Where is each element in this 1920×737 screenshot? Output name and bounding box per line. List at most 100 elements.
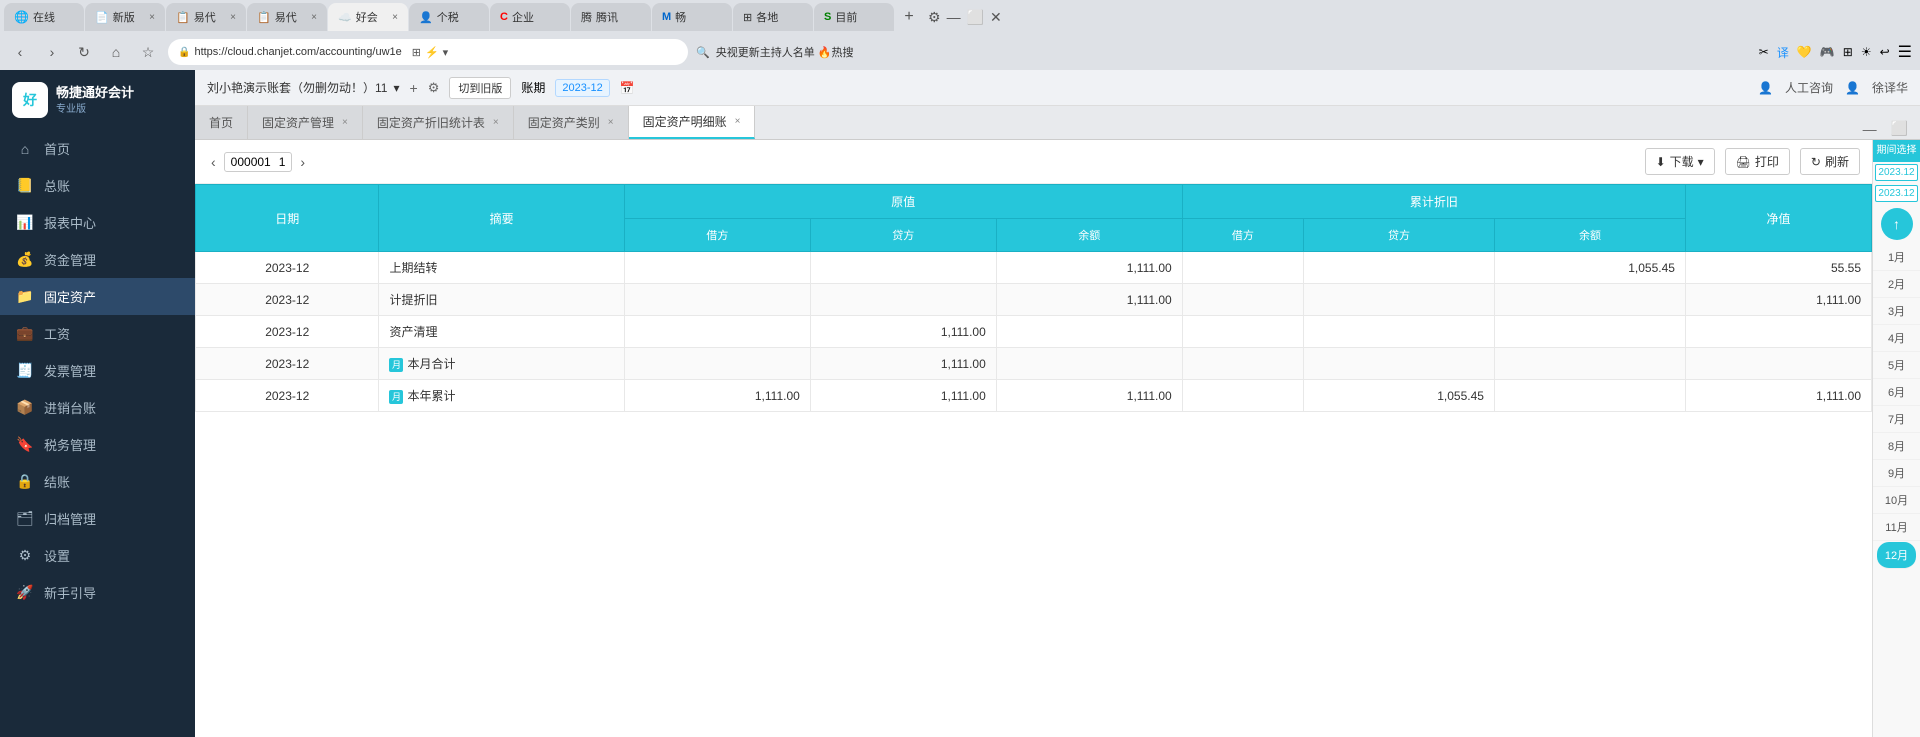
sidebar-item-ledger[interactable]: 📒 总账 — [0, 167, 195, 204]
sun-icon[interactable]: ☀ — [1861, 45, 1872, 59]
refresh-label: 刷新 — [1825, 153, 1849, 170]
refresh-table-button[interactable]: ↻ 刷新 — [1800, 148, 1860, 175]
col-dep-debit: 借方 — [1182, 219, 1303, 252]
app-tab-detail-ledger[interactable]: 固定资产明细账 × — [629, 106, 756, 139]
download-button[interactable]: ⬇ 下载 ▾ — [1645, 148, 1715, 175]
tab-minimize-icon[interactable]: — — [1859, 119, 1881, 139]
tab-favicon-7: C — [500, 11, 508, 23]
history-icon[interactable]: ↩ — [1880, 45, 1890, 59]
tab-maximize-icon[interactable]: ⬜ — [1887, 118, 1912, 139]
cell-orig-credit: 1,111.00 — [810, 348, 996, 380]
tab-label-4: 易代 — [275, 9, 297, 25]
settings-small-icon[interactable]: ⚙ — [428, 80, 440, 96]
refresh-button[interactable]: ↻ — [72, 40, 96, 64]
sidebar-item-stock[interactable]: 📦 进销台账 — [0, 389, 195, 426]
company-name: 刘小艳演示账套（勿删勿动！）11 — [207, 79, 387, 96]
sidebar-item-home[interactable]: ⌂ 首页 — [0, 130, 195, 167]
refresh-icon: ↻ — [1811, 155, 1821, 169]
app-tab-depreciation[interactable]: 固定资产折旧统计表 × — [363, 106, 514, 139]
tab-close-5[interactable]: × — [392, 12, 398, 23]
browser-maximize-icon[interactable]: ⬜ — [967, 9, 984, 26]
browser-tab-3[interactable]: 📋 易代 × — [166, 3, 246, 31]
cell-net-value: 1,111.00 — [1685, 380, 1871, 412]
app-tab-close-1[interactable]: × — [342, 117, 348, 128]
browser-minimize-icon[interactable]: — — [947, 9, 961, 25]
wallet-icon[interactable]: 💛 — [1797, 45, 1812, 59]
browser-tab-6[interactable]: 👤 个税 — [409, 3, 489, 31]
home-button[interactable]: ⌂ — [104, 40, 128, 64]
switch-version-button[interactable]: 切到旧版 — [449, 77, 511, 99]
cell-orig-balance: 1,111.00 — [996, 252, 1182, 284]
back-button[interactable]: ‹ — [8, 40, 32, 64]
help-button[interactable]: 人工咨询 — [1785, 79, 1833, 96]
cell-orig-balance — [996, 316, 1182, 348]
home-icon: ⌂ — [16, 140, 34, 158]
tab-close-3[interactable]: × — [230, 12, 236, 23]
dropdown-company-icon[interactable]: ▾ — [393, 81, 399, 95]
app-tab-label-home: 首页 — [209, 114, 233, 131]
period-month-item[interactable]: 7月 — [1873, 406, 1920, 433]
browser-tab-10[interactable]: ⊞ 各地 — [733, 3, 813, 31]
sidebar-item-archive[interactable]: 🗂 归档管理 — [0, 500, 195, 537]
period-selected-start: 2023.12 — [1875, 164, 1918, 181]
period-month-item[interactable]: 4月 — [1873, 325, 1920, 352]
period-month-item[interactable]: 8月 — [1873, 433, 1920, 460]
dropdown-icon[interactable]: ▾ — [443, 46, 449, 59]
sidebar-item-guide[interactable]: 🚀 新手引导 — [0, 574, 195, 611]
period-month-item[interactable]: 11月 — [1873, 514, 1920, 541]
add-company-button[interactable]: + — [410, 80, 418, 96]
print-button[interactable]: 🖨 打印 — [1725, 148, 1790, 175]
browser-actions: ✂ 译 💛 🎮 ⊞ ☀ ↩ ☰ — [1759, 42, 1912, 62]
app-tab-category[interactable]: 固定资产类别 × — [514, 106, 629, 139]
tab-close-2[interactable]: × — [149, 12, 155, 23]
browser-tab-8[interactable]: 腾 腾讯 — [571, 3, 651, 31]
app-tab-close-4[interactable]: × — [735, 116, 741, 127]
app-tab-fixed-mgmt[interactable]: 固定资产管理 × — [248, 106, 363, 139]
calendar-icon[interactable]: 📅 — [620, 81, 635, 95]
app-tab-close-3[interactable]: × — [608, 117, 614, 128]
app-tab-close-2[interactable]: × — [493, 117, 499, 128]
new-tab-button[interactable]: + — [895, 3, 923, 31]
bookmark-button[interactable]: ☆ — [136, 40, 160, 64]
scroll-up-button[interactable]: ↑ — [1881, 208, 1913, 240]
period-month-item[interactable]: 3月 — [1873, 298, 1920, 325]
sidebar-item-fund[interactable]: 💰 资金管理 — [0, 241, 195, 278]
scissors-icon[interactable]: ✂ — [1759, 45, 1769, 59]
period-month-item[interactable]: 5月 — [1873, 352, 1920, 379]
browser-tab-11[interactable]: S 目前 — [814, 3, 894, 31]
next-page-button[interactable]: › — [296, 152, 309, 172]
page-number-input[interactable]: 000001 — [231, 155, 271, 169]
sidebar-item-fixed[interactable]: 📁 固定资产 — [0, 278, 195, 315]
menu-icon[interactable]: ☰ — [1898, 42, 1912, 62]
translate-icon[interactable]: 译 — [1777, 44, 1789, 61]
browser-tab-9[interactable]: M 畅 — [652, 3, 732, 31]
prev-page-button[interactable]: ‹ — [207, 152, 220, 172]
browser-tab-7[interactable]: C 企业 — [490, 3, 570, 31]
sidebar-item-tax[interactable]: 🔖 税务管理 — [0, 426, 195, 463]
period-month-item[interactable]: 6月 — [1873, 379, 1920, 406]
period-month-item[interactable]: 9月 — [1873, 460, 1920, 487]
sidebar-item-salary[interactable]: 💼 工资 — [0, 315, 195, 352]
browser-tab-5[interactable]: ☁️ 好会 × — [328, 3, 408, 31]
app-tab-home[interactable]: 首页 — [195, 106, 248, 139]
gamepad-icon[interactable]: 🎮 — [1820, 45, 1835, 59]
logo-symbol: 好 — [23, 90, 37, 110]
browser-tab-2[interactable]: 📄 新版 × — [85, 3, 165, 31]
browser-tab-4[interactable]: 📋 易代 × — [247, 3, 327, 31]
address-input[interactable]: 🔒 https://cloud.chanjet.com/accounting/u… — [168, 39, 688, 65]
sidebar-item-settings[interactable]: ⚙ 设置 — [0, 537, 195, 574]
sidebar-item-close[interactable]: 🔒 结账 — [0, 463, 195, 500]
period-month-item[interactable]: 10月 — [1873, 487, 1920, 514]
period-month-item[interactable]: 2月 — [1873, 271, 1920, 298]
sidebar-item-report[interactable]: 📊 报表中心 — [0, 204, 195, 241]
tab-close-4[interactable]: × — [311, 12, 317, 23]
sidebar-item-invoice[interactable]: 🧾 发票管理 — [0, 352, 195, 389]
browser-tab-1[interactable]: 🌐 在线 — [4, 3, 84, 31]
browser-close-icon[interactable]: ✕ — [990, 9, 1002, 26]
user-name[interactable]: 徐译华 — [1872, 79, 1908, 96]
period-month-item[interactable]: 12月 — [1877, 542, 1916, 569]
period-month-item[interactable]: 1月 — [1873, 244, 1920, 271]
grid-icon[interactable]: ⊞ — [1843, 45, 1853, 59]
forward-button[interactable]: › — [40, 40, 64, 64]
browser-settings-icon[interactable]: ⚙ — [928, 9, 941, 26]
